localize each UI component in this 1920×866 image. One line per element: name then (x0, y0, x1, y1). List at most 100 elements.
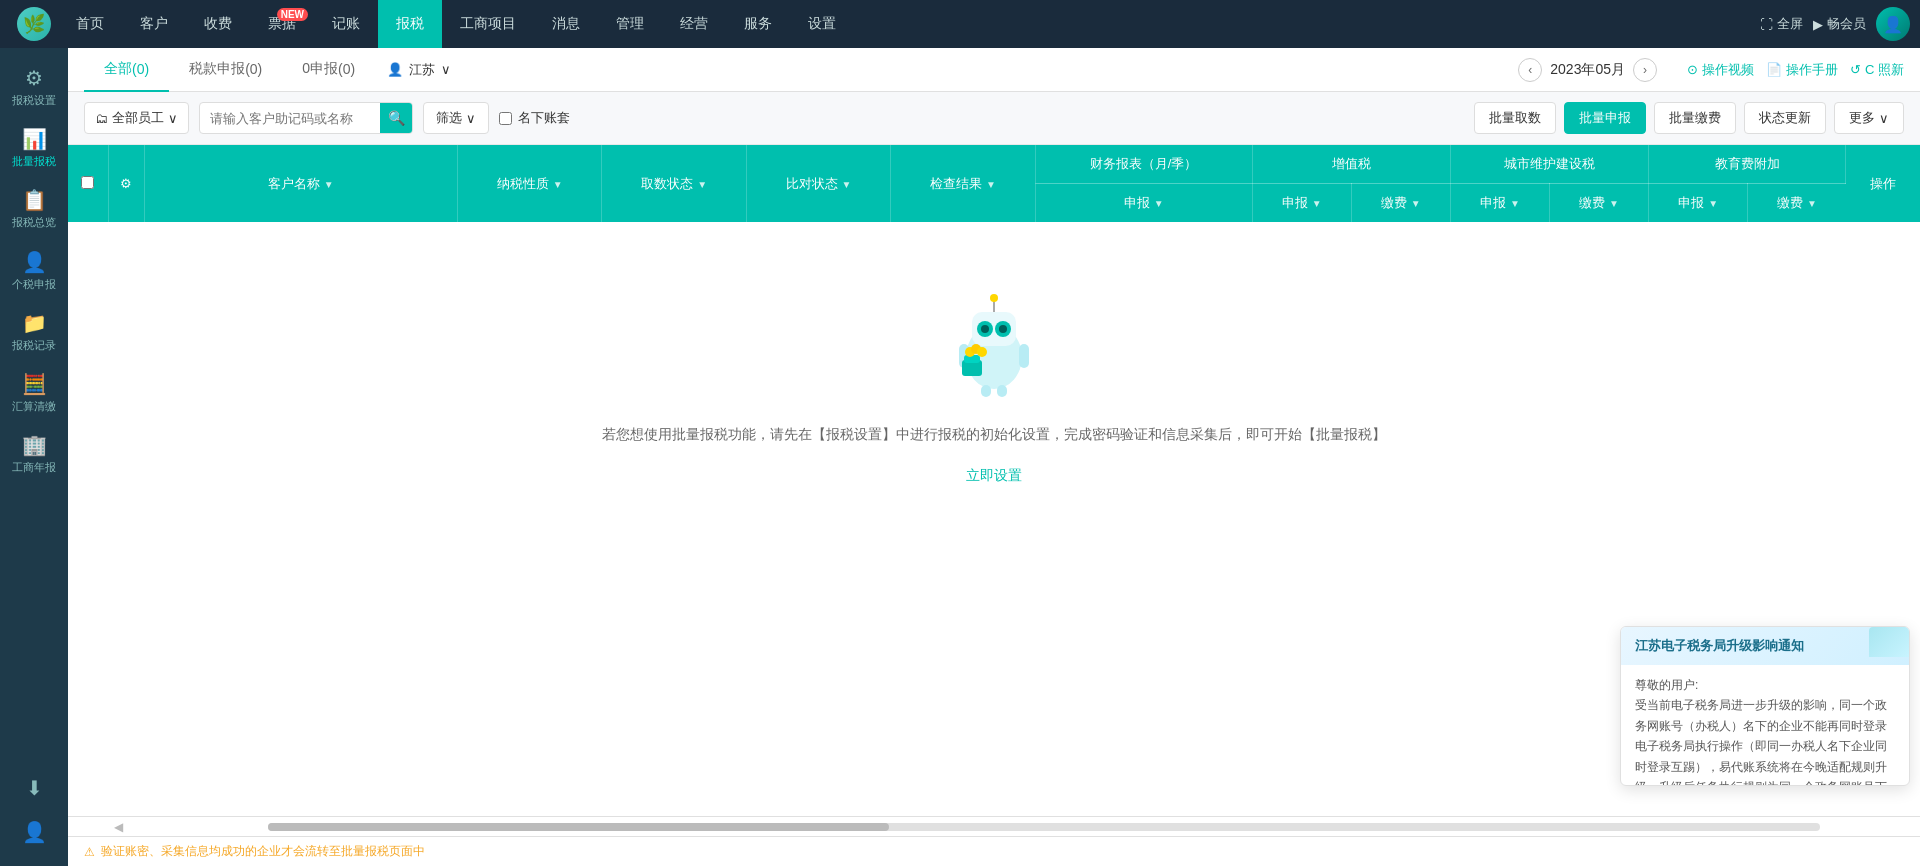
filter-arrow-icon: ∨ (466, 111, 476, 126)
nav-item-industry[interactable]: 工商项目 (442, 0, 534, 48)
sidebar-item-tax-overview[interactable]: 📋 报税总览 (0, 178, 68, 239)
manual-icon: 📄 (1766, 62, 1782, 77)
video-action[interactable]: ⊙ 操作视频 (1687, 61, 1754, 79)
date-display: 2023年05月 (1550, 61, 1625, 79)
header-edu-pay: 缴费▼ (1748, 184, 1846, 223)
nav-item-invoice[interactable]: 票据 NEW (250, 0, 314, 48)
account-checkbox[interactable] (499, 112, 512, 125)
date-nav: ‹ 2023年05月 › (1508, 58, 1667, 82)
svg-point-7 (990, 294, 998, 302)
employee-selector[interactable]: 🗂 全部员工 ∨ (84, 102, 189, 134)
search-input[interactable] (200, 102, 380, 134)
filter-icon-fetch[interactable]: ▼ (697, 179, 707, 190)
manual-action[interactable]: 📄 操作手册 (1766, 61, 1838, 79)
account-checkbox-label[interactable]: 名下账套 (499, 109, 570, 127)
notification-corner-decoration (1869, 627, 1909, 657)
region-arrow-icon: ∨ (441, 62, 451, 77)
filter-icon-compare[interactable]: ▼ (842, 179, 852, 190)
header-financial-declare: 申报▼ (1035, 184, 1252, 223)
header-tax-nature: 纳税性质▼ (458, 145, 602, 222)
filter-button[interactable]: 筛选 ∨ (423, 102, 489, 134)
nav-item-message[interactable]: 消息 (534, 0, 598, 48)
filter-icon-vd[interactable]: ▼ (1312, 198, 1322, 209)
tab-bar: 全部(0) 税款申报(0) 0申报(0) 👤 江苏 ∨ ‹ 2023年05月 › (68, 48, 1920, 92)
filter-icon-vp[interactable]: ▼ (1411, 198, 1421, 209)
nav-item-accounting[interactable]: 记账 (314, 0, 378, 48)
logo[interactable]: 🌿 (10, 0, 58, 48)
batch-fetch-button[interactable]: 批量取数 (1474, 102, 1556, 134)
employee-selector-arrow: ∨ (168, 111, 178, 126)
tab-all[interactable]: 全部(0) (84, 48, 169, 92)
date-next-btn[interactable]: › (1633, 58, 1657, 82)
member-btn[interactable]: ▶ 畅会员 (1813, 15, 1866, 33)
empty-text: 若您想使用批量报税功能，请先在【报税设置】中进行报税的初始化设置，完成密码验证和… (602, 422, 1386, 447)
robot-illustration (934, 282, 1054, 402)
sidebar-item-annual-report[interactable]: 🏢 工商年报 (0, 423, 68, 484)
sidebar-item-tax-settings[interactable]: ⚙ 报税设置 (0, 56, 68, 117)
status-update-button[interactable]: 状态更新 (1744, 102, 1826, 134)
header-vat-declare: 申报▼ (1252, 184, 1351, 223)
header-check-result: 检查结果▼ (891, 145, 1035, 222)
fullscreen-icon: ⛶ (1760, 17, 1773, 32)
refresh-icon: ↺ (1850, 62, 1861, 77)
select-all-checkbox[interactable] (81, 176, 94, 189)
setup-link[interactable]: 立即设置 (966, 467, 1022, 485)
nav-right: ⛶ 全屏 ▶ 畅会员 👤 (1760, 7, 1910, 41)
sidebar-item-download[interactable]: ⬇ (0, 766, 68, 810)
nav-item-operation[interactable]: 经营 (662, 0, 726, 48)
logo-icon: 🌿 (17, 7, 51, 41)
notification-popup: 江苏电子税务局升级影响通知 ✕ 尊敬的用户: 受当前电子税务局进一步升级的影响，… (1620, 626, 1910, 786)
sidebar-item-batch-tax[interactable]: 📊 批量报税 (0, 117, 68, 178)
status-text: 验证账密、采集信息均成功的企业才会流转至批量报税页面中 (101, 843, 425, 860)
tax-records-icon: 📁 (22, 311, 47, 335)
more-arrow-icon: ∨ (1879, 111, 1889, 126)
filter-icon-check[interactable]: ▼ (986, 179, 996, 190)
search-button[interactable]: 🔍 (380, 102, 412, 134)
video-icon: ⊙ (1687, 62, 1698, 77)
sidebar-item-settlement[interactable]: 🧮 汇算清缴 (0, 362, 68, 423)
nav-item-settings[interactable]: 设置 (790, 0, 854, 48)
more-button[interactable]: 更多 ∨ (1834, 102, 1904, 134)
date-prev-btn[interactable]: ‹ (1518, 58, 1542, 82)
batch-declare-button[interactable]: 批量申报 (1564, 102, 1646, 134)
filter-icon-fd[interactable]: ▼ (1154, 198, 1164, 209)
filter-icon-ep[interactable]: ▼ (1807, 198, 1817, 209)
nav-item-manage[interactable]: 管理 (598, 0, 662, 48)
header-checkbox-cell (68, 145, 108, 222)
region-selector[interactable]: 👤 江苏 ∨ (375, 48, 463, 92)
batch-pay-button[interactable]: 批量缴费 (1654, 102, 1736, 134)
sidebar-item-profile[interactable]: 👤 (0, 810, 68, 854)
nav-item-home[interactable]: 首页 (58, 0, 122, 48)
settings-icon[interactable]: ⚙ (120, 176, 132, 191)
notification-title: 江苏电子税务局升级影响通知 (1635, 637, 1804, 655)
svg-rect-15 (981, 385, 991, 397)
nav-item-service[interactable]: 服务 (726, 0, 790, 48)
notification-header: 江苏电子税务局升级影响通知 ✕ (1621, 627, 1909, 665)
horizontal-scrollbar[interactable] (268, 823, 1820, 831)
refresh-action[interactable]: ↺ C 照新 (1850, 61, 1904, 79)
tab-zero-declare[interactable]: 0申报(0) (282, 48, 375, 92)
filter-icon-ed[interactable]: ▼ (1708, 198, 1718, 209)
header-vat-pay: 缴费▼ (1351, 184, 1450, 223)
header-customer-name: 客户名称▼ (144, 145, 458, 222)
filter-icon-cd[interactable]: ▼ (1510, 198, 1520, 209)
sidebar-item-tax-records[interactable]: 📁 报税记录 (0, 301, 68, 362)
header-city-pay: 缴费▼ (1549, 184, 1648, 223)
filter-icon-customer[interactable]: ▼ (324, 179, 334, 190)
tab-tax-declare[interactable]: 税款申报(0) (169, 48, 282, 92)
filter-icon-cp[interactable]: ▼ (1609, 198, 1619, 209)
svg-point-14 (977, 347, 987, 357)
fullscreen-btn[interactable]: ⛶ 全屏 (1760, 15, 1803, 33)
sidebar-item-personal-tax[interactable]: 👤 个税申报 (0, 240, 68, 301)
header-city-construction: 城市维护建设税 (1450, 145, 1648, 184)
nav-item-customer[interactable]: 客户 (122, 0, 186, 48)
nav-item-billing[interactable]: 收费 (186, 0, 250, 48)
filter-icon-nature[interactable]: ▼ (553, 179, 563, 190)
notification-body: 尊敬的用户: 受当前电子税务局进一步升级的影响，同一个政务网账号（办税人）名下的… (1621, 665, 1909, 785)
nav-item-tax[interactable]: 报税 (378, 0, 442, 48)
header-compare-status: 比对状态▼ (746, 145, 890, 222)
member-icon: ▶ (1813, 17, 1823, 32)
svg-point-4 (981, 325, 989, 333)
header-city-declare: 申报▼ (1450, 184, 1549, 223)
user-avatar[interactable]: 👤 (1876, 7, 1910, 41)
